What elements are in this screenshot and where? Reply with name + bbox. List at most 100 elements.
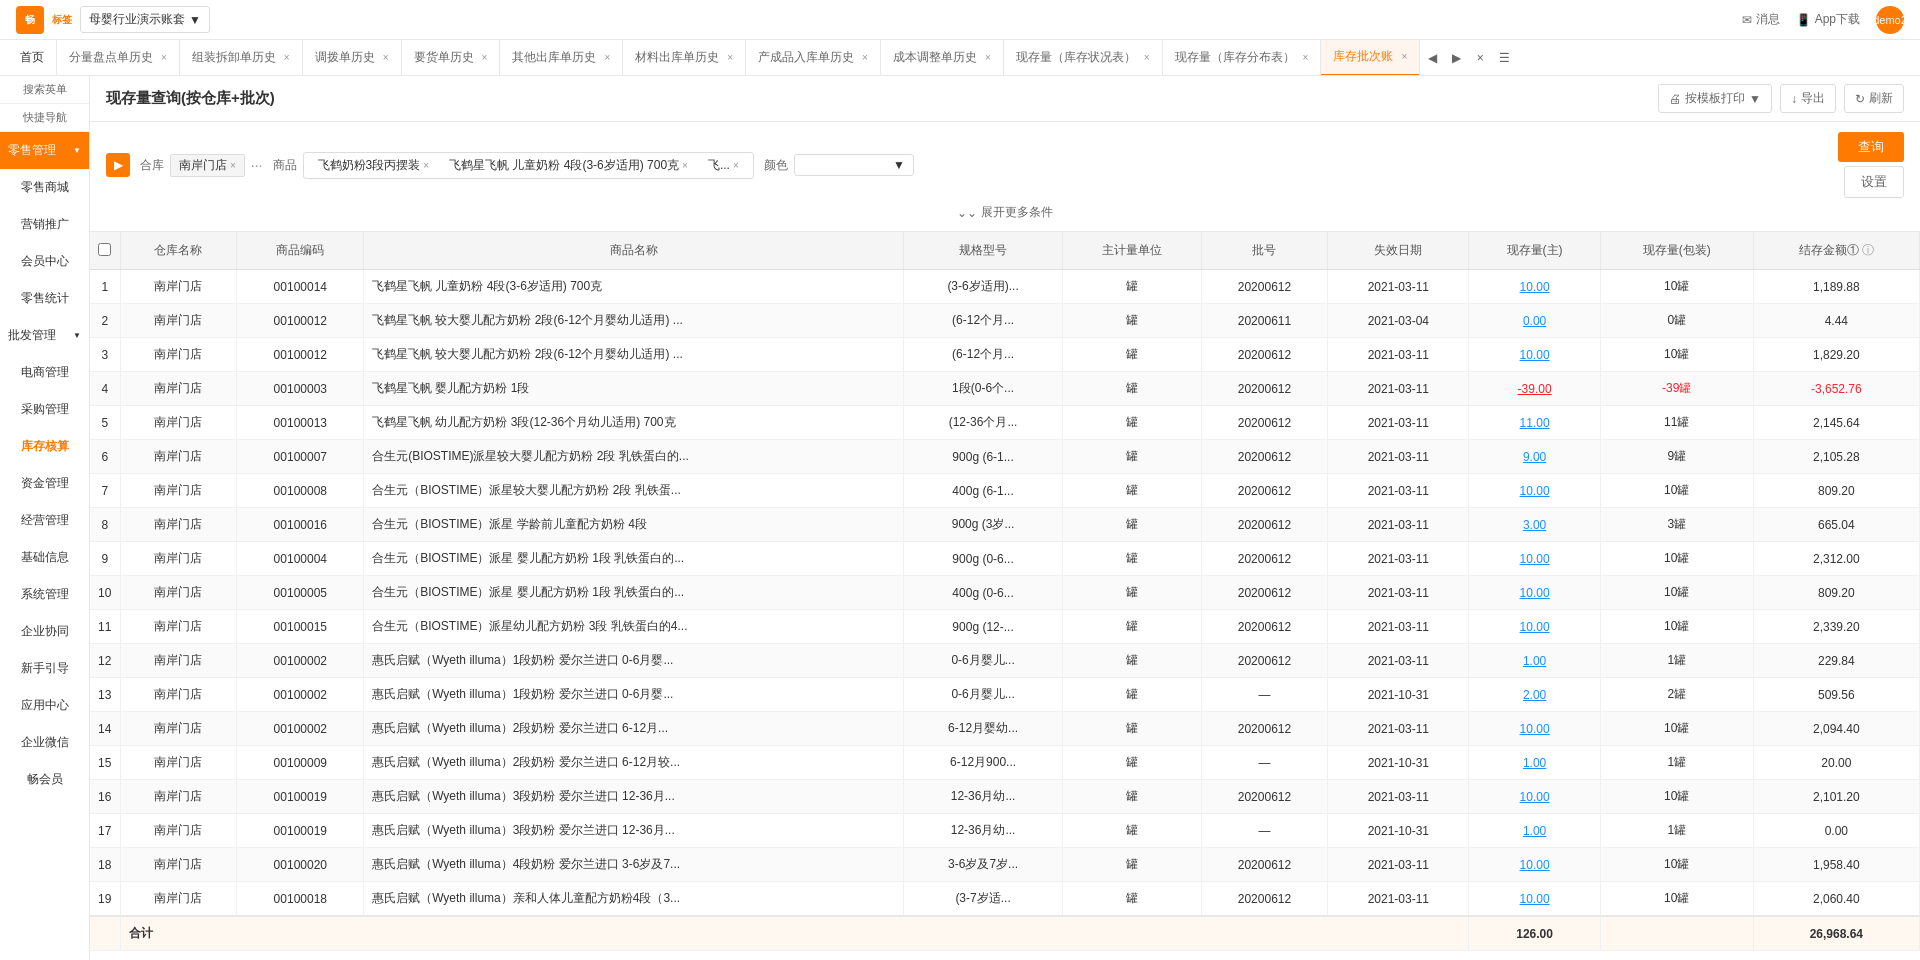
tab-close-2[interactable]: × <box>284 52 290 63</box>
tab-close-all-btn[interactable]: × <box>1468 40 1492 76</box>
select-all-checkbox[interactable] <box>98 243 111 256</box>
filter-color-select[interactable]: ▼ <box>794 154 914 176</box>
tab-prev-btn[interactable]: ◀ <box>1420 40 1444 76</box>
td-qty-main[interactable]: 11.00 <box>1469 406 1600 440</box>
tab-home[interactable]: 首页 <box>8 40 57 76</box>
user-profile[interactable]: demo2 <box>1876 6 1904 34</box>
filter-product-remove-1[interactable]: × <box>423 160 429 171</box>
query-btn[interactable]: 查询 <box>1838 132 1904 162</box>
td-unit: 罐 <box>1063 610 1202 644</box>
td-qty-main[interactable]: 10.00 <box>1469 270 1600 304</box>
info-icon[interactable]: ⓘ <box>1862 243 1874 257</box>
td-no: 2 <box>90 304 120 338</box>
filter-warehouse-more[interactable]: ··· <box>251 157 263 173</box>
sidebar-nav[interactable]: 快捷导航 <box>0 104 89 132</box>
td-qty-main[interactable]: 1.00 <box>1469 814 1600 848</box>
td-qty-main[interactable]: 10.00 <box>1469 338 1600 372</box>
td-qty-main[interactable]: 10.00 <box>1469 848 1600 882</box>
tab-close-11[interactable]: × <box>1401 51 1407 62</box>
messages-btn[interactable]: ✉ 消息 <box>1742 11 1780 28</box>
sidebar-item-marketing[interactable]: 营销推广 <box>0 206 89 243</box>
tab-close-1[interactable]: × <box>161 52 167 63</box>
tab-item-8[interactable]: 成本调整单历史 × <box>881 40 1004 76</box>
td-qty-main[interactable]: 3.00 <box>1469 508 1600 542</box>
tab-item-11[interactable]: 库存批次账 × <box>1321 40 1420 76</box>
filter-section: ▶ 合库 南岸门店 × ··· 商品 飞鹤奶粉3段丙摆装 <box>90 122 1920 232</box>
sidebar-item-basic-info[interactable]: 基础信息 <box>0 539 89 576</box>
tab-menu-btn[interactable]: ☰ <box>1492 40 1516 76</box>
filter-warehouse-tag-1[interactable]: 南岸门店 × <box>170 154 245 177</box>
table-row: 9 南岸门店 00100004 合生元（BIOSTIME）派星 婴儿配方奶粉 1… <box>90 542 1920 576</box>
filter-product-remove-3[interactable]: × <box>733 160 739 171</box>
filter-expand-btn[interactable]: ▶ <box>106 153 130 177</box>
td-warehouse: 南岸门店 <box>120 508 237 542</box>
sidebar-item-retail-stats[interactable]: 零售统计 <box>0 280 89 317</box>
filter-product-remove-2[interactable]: × <box>682 160 688 171</box>
sidebar-item-wholesale[interactable]: 批发管理 ▼ <box>0 317 89 354</box>
app-download-btn[interactable]: 📱 App下载 <box>1796 11 1860 28</box>
tab-close-8[interactable]: × <box>985 52 991 63</box>
settings-btn[interactable]: 设置 <box>1844 166 1904 198</box>
tab-close-4[interactable]: × <box>482 52 488 63</box>
td-qty-main[interactable]: 2.00 <box>1469 678 1600 712</box>
td-amount: 665.04 <box>1753 508 1919 542</box>
tab-next-btn[interactable]: ▶ <box>1444 40 1468 76</box>
tab-item-1[interactable]: 分量盘点单历史 × <box>57 40 180 76</box>
refresh-btn[interactable]: ↻ 刷新 <box>1844 84 1904 113</box>
td-qty-main[interactable]: -39.00 <box>1469 372 1600 406</box>
expand-more-row: ⌄⌄ 展开更多条件 <box>106 198 1904 221</box>
tab-close-6[interactable]: × <box>727 52 733 63</box>
tab-item-4[interactable]: 要货单历史 × <box>402 40 501 76</box>
sidebar-item-operations[interactable]: 经营管理 <box>0 502 89 539</box>
sidebar-item-inventory[interactable]: 库存核算 <box>0 428 89 465</box>
tab-item-2[interactable]: 组装拆卸单历史 × <box>180 40 303 76</box>
td-qty-main[interactable]: 10.00 <box>1469 542 1600 576</box>
td-qty-main[interactable]: 0.00 <box>1469 304 1600 338</box>
sidebar-item-app-center[interactable]: 应用中心 <box>0 687 89 724</box>
export-btn[interactable]: ↓ 导出 <box>1780 84 1836 113</box>
sidebar-item-retail-mall[interactable]: 零售商城 <box>0 169 89 206</box>
td-name: 飞鹤星飞帆 较大婴儿配方奶粉 2段(6-12个月婴幼儿适用) ... <box>364 304 904 338</box>
tab-close-9[interactable]: × <box>1144 52 1150 63</box>
company-selector[interactable]: 母婴行业演示账套 ▼ <box>80 6 210 33</box>
sidebar-item-finance[interactable]: 资金管理 <box>0 465 89 502</box>
expand-more-btn[interactable]: ⌄⌄ 展开更多条件 <box>957 204 1053 221</box>
tab-item-5[interactable]: 其他出库单历史 × <box>500 40 623 76</box>
tab-close-10[interactable]: × <box>1303 52 1309 63</box>
tab-item-6[interactable]: 材料出库单历史 × <box>623 40 746 76</box>
sidebar-search[interactable]: 搜索英单 <box>0 76 89 104</box>
filter-warehouse-remove-btn[interactable]: × <box>230 160 236 171</box>
td-qty-main[interactable]: 10.00 <box>1469 610 1600 644</box>
td-qty-main[interactable]: 10.00 <box>1469 780 1600 814</box>
td-amount: 4.44 <box>1753 304 1919 338</box>
sidebar-item-ecommerce[interactable]: 电商管理 <box>0 354 89 391</box>
td-qty-main[interactable]: 1.00 <box>1469 644 1600 678</box>
th-check[interactable] <box>90 232 120 270</box>
tab-item-7[interactable]: 产成品入库单历史 × <box>746 40 881 76</box>
td-qty-main[interactable]: 1.00 <box>1469 746 1600 780</box>
sidebar-item-enterprise-collab[interactable]: 企业协同 <box>0 613 89 650</box>
tab-close-5[interactable]: × <box>604 52 610 63</box>
tab-item-3[interactable]: 调拨单历史 × <box>303 40 402 76</box>
filter-product-input[interactable]: 飞鹤奶粉3段丙摆装 × 飞鹤星飞帆 儿童奶粉 4段(3-6岁适用) 700克 ×… <box>303 152 754 179</box>
tab-item-10[interactable]: 现存量（库存分布表） × <box>1163 40 1322 76</box>
tab-close-3[interactable]: × <box>383 52 389 63</box>
td-expire: 2021-03-11 <box>1328 644 1469 678</box>
sidebar-item-member[interactable]: 畅会员 <box>0 761 89 798</box>
sidebar-item-sys-mgmt[interactable]: 系统管理 <box>0 576 89 613</box>
td-qty-main[interactable]: 10.00 <box>1469 712 1600 746</box>
td-qty-main[interactable]: 10.00 <box>1469 882 1600 917</box>
sidebar-item-purchase[interactable]: 采购管理 <box>0 391 89 428</box>
table-row: 18 南岸门店 00100020 惠氏启赋（Wyeth illuma）4段奶粉 … <box>90 848 1920 882</box>
template-print-btn[interactable]: 🖨 按模板打印 ▼ <box>1658 84 1772 113</box>
td-spec: (12-36个月... <box>904 406 1063 440</box>
sidebar-item-retail-mgmt[interactable]: 零售管理 ▼ <box>0 132 89 169</box>
sidebar-item-enterprise-wechat[interactable]: 企业微信 <box>0 724 89 761</box>
sidebar-item-membership[interactable]: 会员中心 <box>0 243 89 280</box>
td-qty-main[interactable]: 9.00 <box>1469 440 1600 474</box>
tab-close-7[interactable]: × <box>862 52 868 63</box>
td-qty-main[interactable]: 10.00 <box>1469 474 1600 508</box>
sidebar-item-onboarding[interactable]: 新手引导 <box>0 650 89 687</box>
td-qty-main[interactable]: 10.00 <box>1469 576 1600 610</box>
tab-item-9[interactable]: 现存量（库存状况表） × <box>1004 40 1163 76</box>
